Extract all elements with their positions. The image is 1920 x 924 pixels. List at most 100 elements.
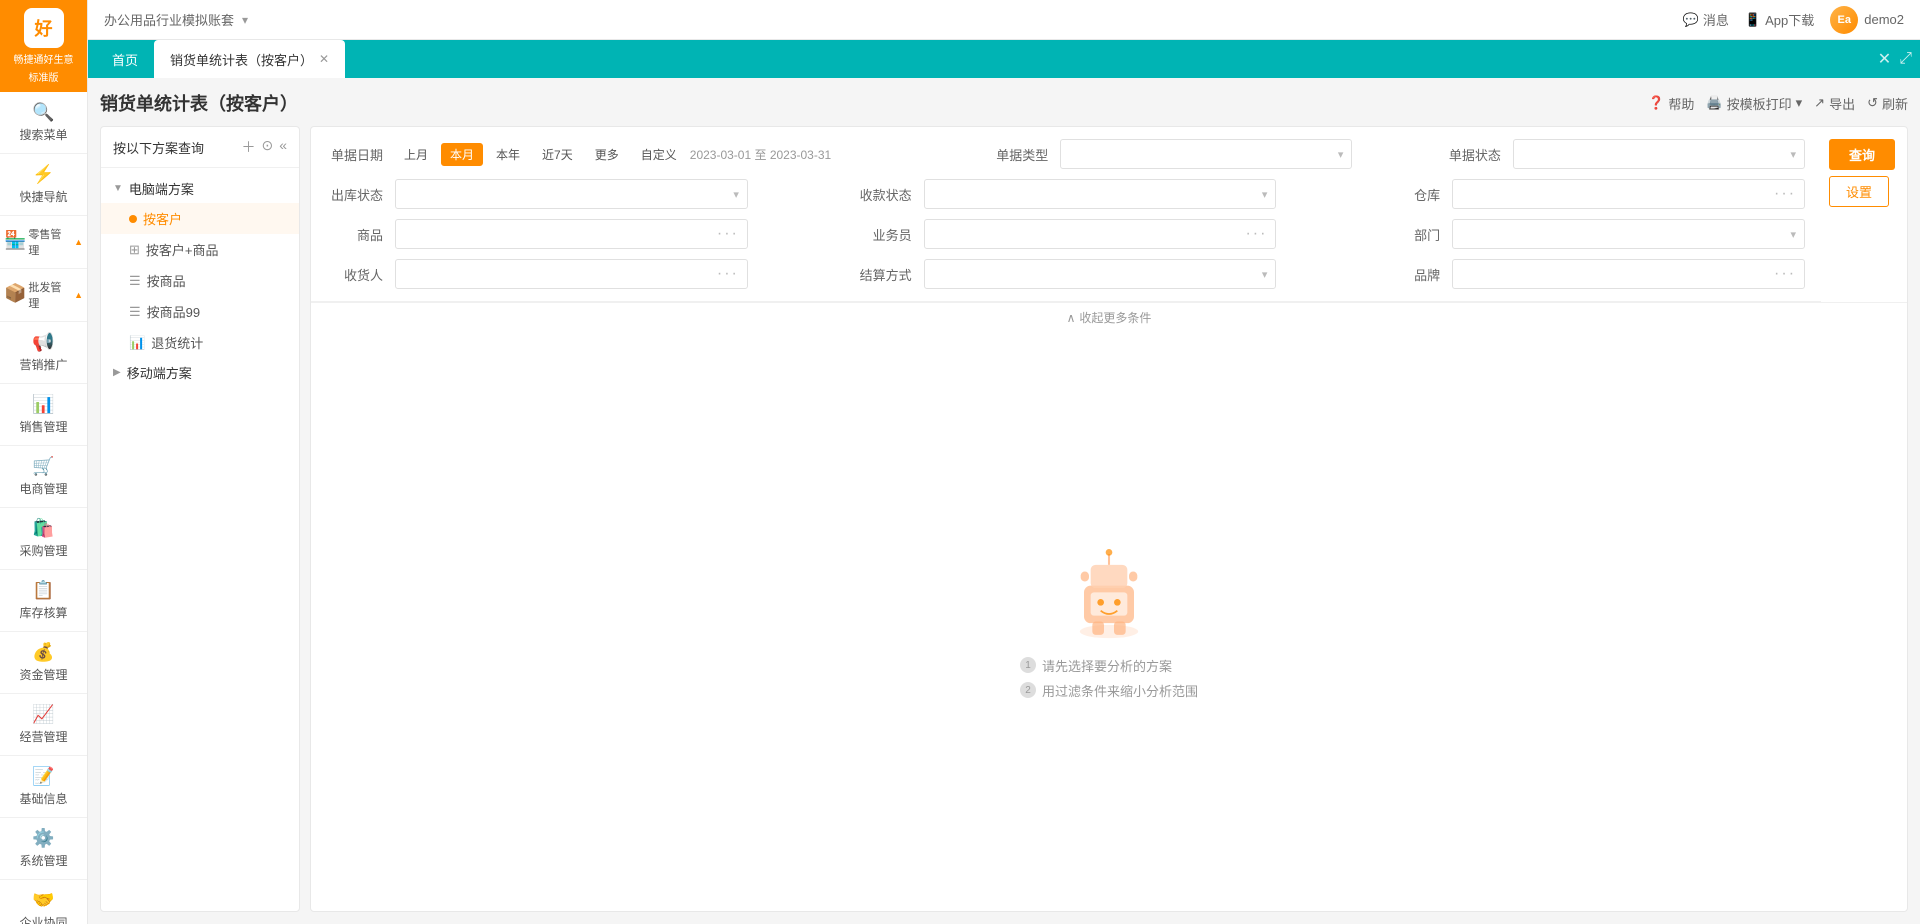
- tree-item-customer-goods[interactable]: ⊞ 按客户+商品: [101, 234, 299, 265]
- sidebar-item-system[interactable]: ⚙️ 系统管理: [0, 818, 87, 880]
- app-logo-text: 畅捷通好生意: [14, 51, 74, 66]
- sidebar-item-management[interactable]: 📈 经营管理: [0, 694, 87, 756]
- ecommerce-icon: 🛒: [32, 456, 54, 477]
- dept-select[interactable]: ▾: [1452, 219, 1805, 249]
- status-select[interactable]: ▾: [1513, 139, 1805, 169]
- refresh-btn[interactable]: ↺ 刷新: [1867, 94, 1908, 113]
- goods-more-icon: ···: [717, 225, 739, 243]
- status-dropdown-icon: ▾: [1790, 148, 1796, 161]
- tip-num-2: 2: [1020, 682, 1036, 698]
- brand-more-icon: ···: [1774, 265, 1796, 283]
- settle-select[interactable]: ▾: [924, 259, 1277, 289]
- sidebar-item-basic-info[interactable]: 📝 基础信息: [0, 756, 87, 818]
- tree-group-pc[interactable]: ▼ 电脑端方案: [101, 174, 299, 203]
- date-more[interactable]: 更多: [586, 143, 628, 166]
- grid-icon: ⊞: [129, 242, 140, 258]
- salesperson-select[interactable]: ···: [924, 219, 1277, 249]
- settle-label: 结算方式: [856, 265, 912, 284]
- collapse-more-btn[interactable]: ∧ 收起更多条件: [311, 302, 1907, 332]
- tab-report[interactable]: 销货单统计表（按客户） ✕: [154, 40, 345, 78]
- collapse-left-btn[interactable]: «: [279, 137, 287, 157]
- tab-home[interactable]: 首页: [96, 40, 154, 78]
- sidebar-item-collab[interactable]: 🤝 企业协同: [0, 880, 87, 924]
- top-header: 办公用品行业模拟账套 ▾ 💬 消息 📱 App下载 Ea demo2: [88, 0, 1920, 40]
- wholesale-icon: 📦: [4, 283, 26, 304]
- filter-row-4: 收货人 ··· 结算方式 ▾ 品: [327, 259, 1805, 289]
- sidebar-item-purchase[interactable]: 🛍️ 采购管理: [0, 508, 87, 570]
- sidebar-item-wholesale[interactable]: 📦 批发管理 ▲: [0, 269, 87, 322]
- user-menu[interactable]: Ea demo2: [1830, 6, 1904, 34]
- page-title: 销货单统计表（按客户）: [100, 90, 298, 116]
- print-dropdown-icon: ▾: [1796, 95, 1803, 111]
- close-all-tabs-btn[interactable]: ✕: [1878, 49, 1891, 69]
- app-sub-text: 标准版: [29, 69, 59, 84]
- print-btn[interactable]: 🖨️ 按模板打印 ▾: [1706, 94, 1802, 113]
- tab-bar-actions: ✕ ⤢: [1878, 49, 1912, 69]
- basic-info-icon: 📝: [32, 766, 54, 787]
- sidebar-item-marketing[interactable]: 📢 营销推广: [0, 322, 87, 384]
- table-icon: ☰: [129, 273, 141, 289]
- sidebar-item-finance[interactable]: 💰 资金管理: [0, 632, 87, 694]
- receiver-select[interactable]: ···: [395, 259, 748, 289]
- export-btn[interactable]: ↗ 导出: [1814, 94, 1855, 113]
- sidebar-item-quick-nav[interactable]: ⚡ 快捷导航: [0, 154, 87, 216]
- tab-close-icon[interactable]: ✕: [319, 52, 329, 66]
- workspace-dropdown[interactable]: ▾: [242, 13, 248, 27]
- warehouse-select[interactable]: ···: [1452, 179, 1805, 209]
- sidebar-item-inventory[interactable]: 📋 库存核算: [0, 570, 87, 632]
- tree-item-by-goods99[interactable]: ☰ 按商品99: [101, 296, 299, 327]
- sidebar-item-retail[interactable]: 🏪 零售管理 ▲: [0, 216, 87, 269]
- out-status-select[interactable]: ▾: [395, 179, 748, 209]
- app-download-btn[interactable]: 📱 App下载: [1745, 10, 1814, 29]
- collect-select[interactable]: ▾: [924, 179, 1277, 209]
- date-last-7days[interactable]: 近7天: [533, 143, 582, 166]
- empty-tips: 1 请先选择要分析的方案 2 用过滤条件来缩小分析范围: [1020, 656, 1198, 700]
- date-last-month[interactable]: 上月: [395, 143, 437, 166]
- date-custom[interactable]: 自定义: [632, 143, 686, 166]
- sidebar-item-sales[interactable]: 📊 销售管理: [0, 384, 87, 446]
- sidebar-item-ecommerce[interactable]: 🛒 电商管理: [0, 446, 87, 508]
- type-select[interactable]: ▾: [1060, 139, 1352, 169]
- empty-tip-2: 2 用过滤条件来缩小分析范围: [1020, 681, 1198, 700]
- message-btn[interactable]: 💬 消息: [1683, 10, 1729, 29]
- table2-icon: ☰: [129, 304, 141, 320]
- filter-and-buttons: 单据日期 上月 本月 本年 近7天 更多 自定义 2023-03-01 至 20…: [311, 127, 1907, 302]
- goods-label: 商品: [327, 225, 383, 244]
- date-this-month[interactable]: 本月: [441, 143, 483, 166]
- settings-button[interactable]: 设置: [1829, 176, 1889, 207]
- warehouse-label: 仓库: [1384, 185, 1440, 204]
- add-scheme-btn[interactable]: ＋: [241, 137, 255, 157]
- dept-label: 部门: [1384, 225, 1440, 244]
- dept-dropdown-icon: ▾: [1790, 228, 1796, 241]
- right-panel: 单据日期 上月 本月 本年 近7天 更多 自定义 2023-03-01 至 20…: [310, 126, 1908, 912]
- maximize-btn[interactable]: ⤢: [1899, 50, 1912, 68]
- sales-icon: 📊: [32, 394, 54, 415]
- tree-group-mobile[interactable]: ▶ 移动端方案: [101, 358, 299, 387]
- tree-item-by-goods[interactable]: ☰ 按商品: [101, 265, 299, 296]
- tree-item-by-customer[interactable]: 按客户: [101, 203, 299, 234]
- filter-row-2: 出库状态 ▾ 收款状态 ▾ 仓库: [327, 179, 1805, 209]
- left-panel: 按以下方案查询 ＋ ⊙ « ▼ 电脑端方案 按客户: [100, 126, 300, 912]
- refresh-icon: ↺: [1867, 95, 1878, 111]
- tree-item-return-stats[interactable]: 📊 退货统计: [101, 327, 299, 358]
- tip-num-1: 1: [1020, 657, 1036, 673]
- date-filter-group: 上月 本月 本年 近7天 更多 自定义 2023-03-01 至 2023-03…: [395, 143, 831, 166]
- help-btn[interactable]: ❓ 帮助: [1648, 94, 1694, 113]
- brand-label: 品牌: [1384, 265, 1440, 284]
- finance-icon: 💰: [32, 642, 54, 663]
- salesperson-label: 业务员: [856, 225, 912, 244]
- empty-illustration: [1059, 544, 1159, 644]
- brand-select[interactable]: ···: [1452, 259, 1805, 289]
- date-this-year[interactable]: 本年: [487, 143, 529, 166]
- workspace-title: 办公用品行业模拟账套: [104, 10, 234, 29]
- retail-icon: 🏪: [4, 230, 26, 251]
- inner-layout: 按以下方案查询 ＋ ⊙ « ▼ 电脑端方案 按客户: [100, 126, 1908, 912]
- settings-scheme-btn[interactable]: ⊙: [261, 137, 273, 157]
- type-dropdown-icon: ▾: [1338, 148, 1344, 161]
- sidebar-logo: 好 畅捷通好生意 标准版: [0, 0, 87, 92]
- sidebar-item-search[interactable]: 🔍 搜索菜单: [0, 92, 87, 154]
- chart-icon: 📊: [129, 335, 145, 351]
- query-button[interactable]: 查询: [1829, 139, 1895, 170]
- tree-expand-mobile-icon: ▶: [113, 367, 121, 378]
- goods-select[interactable]: ···: [395, 219, 748, 249]
